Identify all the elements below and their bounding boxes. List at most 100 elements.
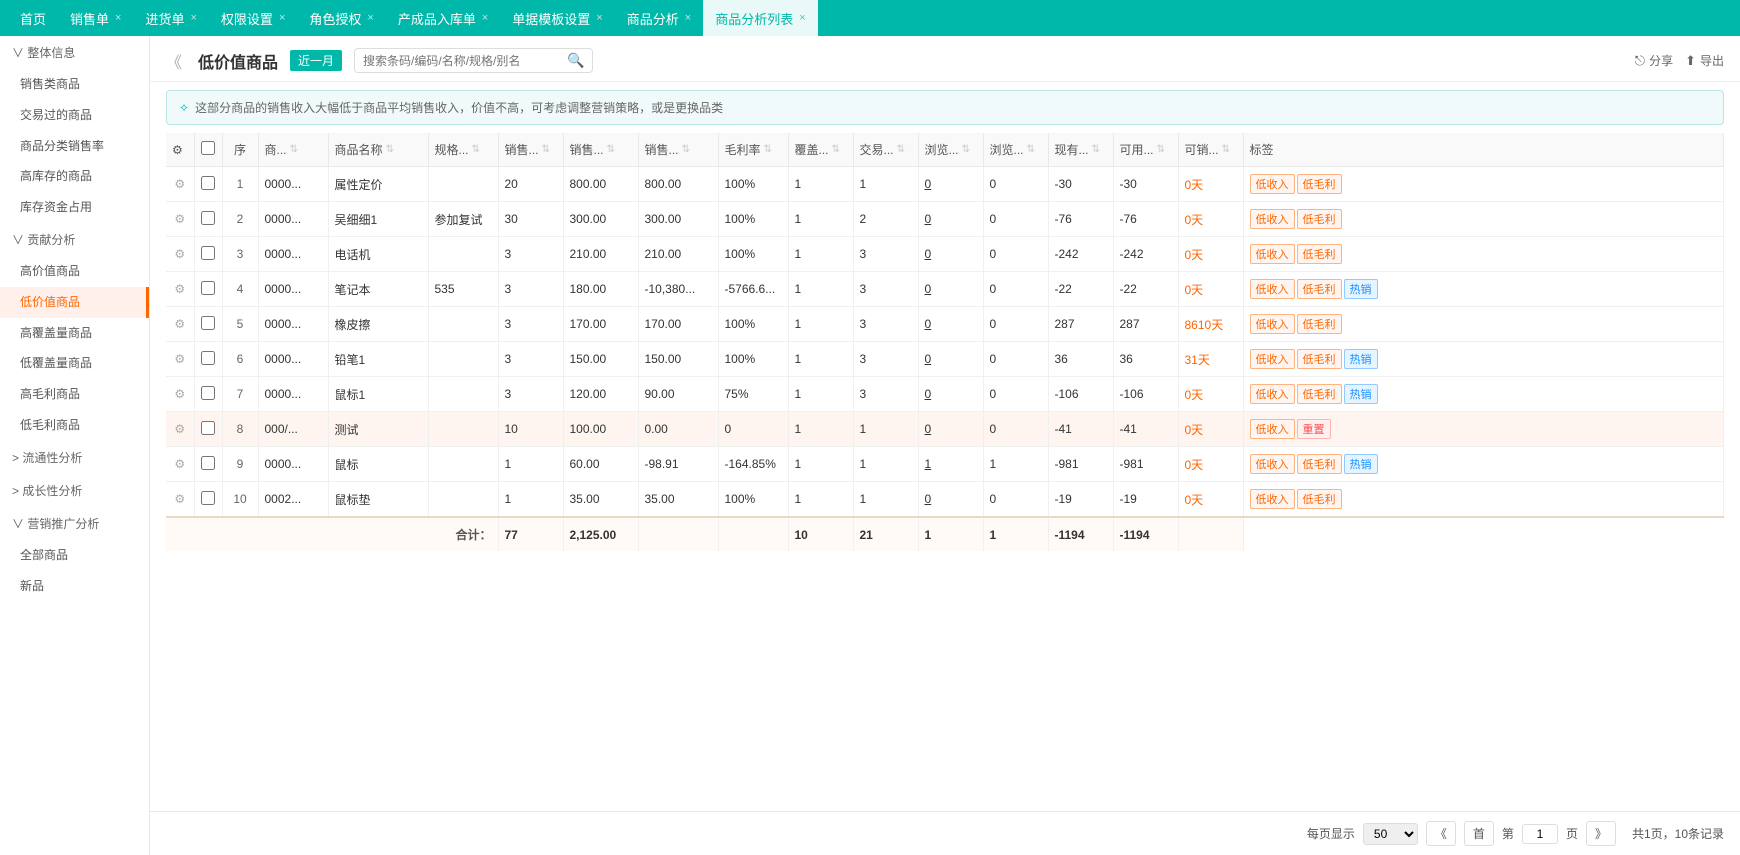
views-link[interactable]: 0 — [925, 387, 932, 401]
row-gear[interactable]: ⚙ — [166, 412, 194, 447]
row-checkbox-cell[interactable] — [194, 167, 222, 202]
views-link[interactable]: 0 — [925, 352, 932, 366]
row-gear[interactable]: ⚙ — [166, 307, 194, 342]
search-input[interactable] — [363, 54, 563, 68]
close-icon[interactable]: × — [367, 12, 373, 24]
collapse-sidebar-btn[interactable]: 《 — [166, 49, 182, 73]
row-col7[interactable]: 0 — [918, 307, 983, 342]
close-icon[interactable]: × — [596, 12, 602, 24]
sidebar-group-title-growth[interactable]: > 成长性分析 — [0, 474, 149, 507]
nav-template-settings[interactable]: 单据模板设置 × — [500, 0, 614, 36]
sidebar-item-high-coverage[interactable]: 高覆盖量商品 — [0, 318, 149, 349]
col-header-views2[interactable]: 浏览... ⇅ — [983, 133, 1048, 167]
col-header-transactions[interactable]: 交易... ⇅ — [853, 133, 918, 167]
views-link[interactable]: 0 — [925, 247, 932, 261]
col-header-gross-margin[interactable]: 毛利率 ⇅ — [718, 133, 788, 167]
export-button[interactable]: ⬆ 导出 — [1685, 52, 1724, 69]
row-checkbox-cell[interactable] — [194, 342, 222, 377]
row-checkbox[interactable] — [201, 246, 215, 260]
sidebar-group-title-overall[interactable]: ∨ 整体信息 — [0, 36, 149, 69]
sort-icon[interactable]: ⇅ — [897, 144, 905, 155]
nav-permission-settings[interactable]: 权限设置 × — [209, 0, 297, 36]
nav-purchase-order[interactable]: 进货单 × — [133, 0, 208, 36]
next-page-btn[interactable]: 》 — [1586, 821, 1616, 846]
row-checkbox[interactable] — [201, 176, 215, 190]
sort-icon[interactable]: ⇅ — [472, 144, 480, 155]
search-box[interactable]: 🔍 — [354, 48, 593, 73]
views-link[interactable]: 0 — [925, 282, 932, 296]
nav-product-analysis-list[interactable]: 商品分析列表 × — [703, 0, 817, 36]
col-header-available-stock[interactable]: 可用... ⇅ — [1113, 133, 1178, 167]
current-page-input[interactable] — [1522, 824, 1558, 844]
sort-icon[interactable]: ⇅ — [1157, 144, 1165, 155]
col-header-code[interactable]: 商... ⇅ — [258, 133, 328, 167]
row-gear[interactable]: ⚙ — [166, 272, 194, 307]
row-col7[interactable]: 1 — [918, 447, 983, 482]
nav-sales-order[interactable]: 销售单 × — [58, 0, 133, 36]
row-checkbox[interactable] — [201, 211, 215, 225]
sidebar-item-category-sales-rate[interactable]: 商品分类销售率 — [0, 131, 149, 162]
row-checkbox-cell[interactable] — [194, 272, 222, 307]
time-badge[interactable]: 近一月 — [290, 50, 342, 71]
col-header-coverage[interactable]: 覆盖... ⇅ — [788, 133, 853, 167]
sidebar-item-high-value[interactable]: 高价值商品 — [0, 256, 149, 287]
sort-icon[interactable]: ⇅ — [290, 144, 298, 155]
sort-icon[interactable]: ⇅ — [1092, 144, 1100, 155]
sidebar-group-title-circulation[interactable]: > 流通性分析 — [0, 441, 149, 474]
views-link[interactable]: 0 — [925, 492, 932, 506]
sidebar-item-low-coverage[interactable]: 低覆盖量商品 — [0, 348, 149, 379]
row-checkbox[interactable] — [201, 281, 215, 295]
row-gear[interactable]: ⚙ — [166, 377, 194, 412]
close-icon[interactable]: × — [685, 12, 691, 24]
sidebar-item-traded[interactable]: 交易过的商品 — [0, 100, 149, 131]
sort-icon[interactable]: ⇅ — [962, 144, 970, 155]
sort-icon[interactable]: ⇅ — [682, 144, 690, 155]
checkbox-col-header[interactable] — [194, 133, 222, 167]
close-icon[interactable]: × — [279, 12, 285, 24]
close-icon[interactable]: × — [115, 12, 121, 24]
sort-icon[interactable]: ⇅ — [607, 144, 615, 155]
sidebar-item-high-profit[interactable]: 高毛利商品 — [0, 379, 149, 410]
nav-role-auth[interactable]: 角色授权 × — [297, 0, 385, 36]
row-col7[interactable]: 0 — [918, 167, 983, 202]
close-icon[interactable]: × — [799, 12, 805, 24]
close-icon[interactable]: × — [190, 12, 196, 24]
row-gear[interactable]: ⚙ — [166, 482, 194, 518]
prev-page-btn[interactable]: 首 — [1464, 821, 1494, 846]
nav-home[interactable]: 首页 — [8, 0, 58, 36]
sort-icon[interactable]: ⇅ — [764, 144, 772, 155]
col-header-sales1[interactable]: 销售... ⇅ — [498, 133, 563, 167]
sidebar-group-title-contribution[interactable]: ∨ 贡献分析 — [0, 223, 149, 256]
row-checkbox[interactable] — [201, 421, 215, 435]
col-header-sales2[interactable]: 销售... ⇅ — [563, 133, 638, 167]
row-col7[interactable]: 0 — [918, 272, 983, 307]
col-header-sellable-stock[interactable]: 可销... ⇅ — [1178, 133, 1243, 167]
col-header-views1[interactable]: 浏览... ⇅ — [918, 133, 983, 167]
sidebar-item-new-products[interactable]: 新品 — [0, 571, 149, 602]
row-gear[interactable]: ⚙ — [166, 202, 194, 237]
share-button[interactable]: ⎋ 分享 — [1635, 52, 1673, 69]
row-checkbox[interactable] — [201, 456, 215, 470]
sort-icon[interactable]: ⇅ — [1027, 144, 1035, 155]
views-link[interactable]: 0 — [925, 177, 932, 191]
row-gear[interactable]: ⚙ — [166, 447, 194, 482]
row-col7[interactable]: 0 — [918, 412, 983, 447]
close-icon[interactable]: × — [482, 12, 488, 24]
row-col7[interactable]: 0 — [918, 482, 983, 518]
row-checkbox[interactable] — [201, 386, 215, 400]
page-size-select[interactable]: 50 100 200 — [1363, 823, 1418, 845]
sidebar-item-high-stock[interactable]: 高库存的商品 — [0, 161, 149, 192]
views-link[interactable]: 0 — [925, 317, 932, 331]
row-col7[interactable]: 0 — [918, 342, 983, 377]
sidebar-item-low-profit[interactable]: 低毛利商品 — [0, 410, 149, 441]
row-gear[interactable]: ⚙ — [166, 167, 194, 202]
row-gear[interactable]: ⚙ — [166, 342, 194, 377]
sidebar-item-low-value[interactable]: 低价值商品 — [0, 287, 149, 318]
nav-product-analysis[interactable]: 商品分析 × — [615, 0, 703, 36]
row-checkbox-cell[interactable] — [194, 447, 222, 482]
sidebar-item-stock-capital[interactable]: 库存资金占用 — [0, 192, 149, 223]
col-header-spec[interactable]: 规格... ⇅ — [428, 133, 498, 167]
views-link[interactable]: 1 — [925, 457, 932, 471]
row-gear[interactable]: ⚙ — [166, 237, 194, 272]
row-checkbox-cell[interactable] — [194, 202, 222, 237]
